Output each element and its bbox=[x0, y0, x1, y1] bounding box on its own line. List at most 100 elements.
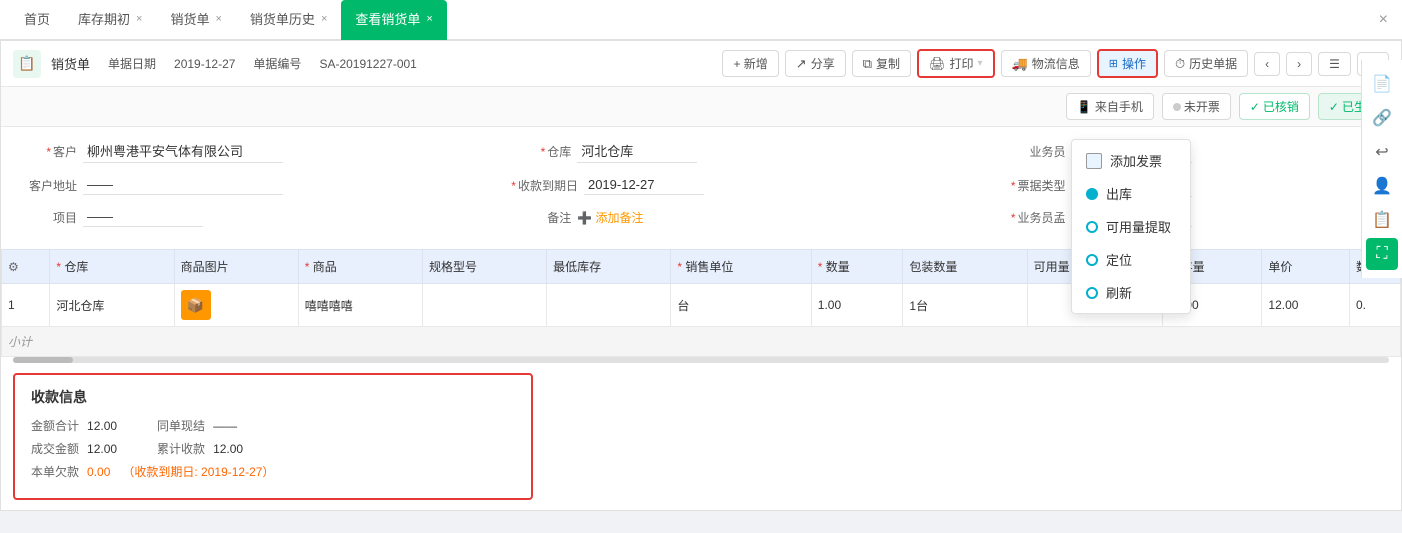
warehouse-value[interactable]: 河北仓库 bbox=[577, 139, 697, 163]
subtotal-row: 小计 bbox=[2, 327, 1401, 357]
payment-date-label: 收款到期日 bbox=[511, 177, 578, 194]
logistics-button[interactable]: 🚚 物流信息 bbox=[1001, 50, 1091, 77]
payment-date-value[interactable]: 2019-12-27 bbox=[584, 175, 704, 195]
row-index: 1 bbox=[2, 284, 50, 327]
tab-home[interactable]: 首页 bbox=[10, 0, 64, 40]
window-close-button[interactable]: × bbox=[1375, 11, 1392, 29]
sidebar-return-icon[interactable]: ↩ bbox=[1366, 136, 1398, 168]
main-content: 📋 销货单 单据日期 2019-12-27 单据编号 SA-20191227-0… bbox=[0, 40, 1402, 511]
customer-value[interactable]: 柳州粤港平安气体有限公司 bbox=[83, 139, 283, 163]
col-quantity: * 数量 bbox=[811, 250, 903, 284]
not-open-dot bbox=[1173, 103, 1181, 111]
tab-sales-close[interactable]: × bbox=[215, 13, 221, 25]
radio-filled-icon bbox=[1086, 188, 1098, 200]
doc-icon: 📋 bbox=[13, 50, 41, 78]
doc-number-value: SA-20191227-001 bbox=[319, 57, 416, 71]
cumulative-label: 累计收款 bbox=[157, 440, 205, 457]
staff2-field: 业务员孟 —— bbox=[1006, 207, 1385, 227]
col-gear[interactable]: ⚙ bbox=[2, 250, 50, 284]
project-label: 项目 bbox=[17, 209, 77, 226]
address-value[interactable]: —— bbox=[83, 175, 283, 195]
tab-inventory-close[interactable]: × bbox=[136, 13, 142, 25]
row-quantity: 1.00 bbox=[811, 284, 903, 327]
col-min-stock: 最低库存 bbox=[547, 250, 671, 284]
payment-row-3: 本单欠款 0.00 （收款到期日: 2019-12-27） bbox=[31, 463, 515, 480]
row-amount: 0. bbox=[1349, 284, 1400, 327]
staff-field: 业务员 演示账号 bbox=[1006, 139, 1385, 163]
dropdown-add-invoice[interactable]: 添加发票 bbox=[1072, 144, 1190, 177]
balance-value: 0.00 bbox=[87, 465, 110, 479]
dropdown-available-qty[interactable]: 可用量提取 bbox=[1072, 210, 1190, 243]
form-area: 客户 柳州粤港平安气体有限公司 仓库 河北仓库 业务员 演示账号 客户地址 ——… bbox=[1, 127, 1401, 249]
tab-history-close[interactable]: × bbox=[321, 13, 327, 25]
share-button[interactable]: ↗ 分享 bbox=[785, 50, 846, 77]
doc-title-area: 📋 销货单 单据日期 2019-12-27 单据编号 SA-20191227-0… bbox=[13, 50, 714, 78]
ticket-type-label: 票据类型 bbox=[1006, 177, 1066, 194]
col-price: 单价 bbox=[1262, 250, 1350, 284]
operation-button[interactable]: ⊞ 操作 bbox=[1097, 49, 1158, 78]
view-list-button[interactable]: ☰ bbox=[1318, 52, 1351, 76]
ticket-type-field: 票据类型 不开票 bbox=[1006, 173, 1385, 197]
print-button[interactable]: 🖨 打印 ▾ bbox=[917, 49, 995, 78]
not-open-button[interactable]: 未开票 bbox=[1162, 93, 1231, 120]
scroll-thumb[interactable] bbox=[13, 357, 73, 363]
tab-sales-history[interactable]: 销货单历史 × bbox=[236, 0, 341, 40]
col-spec: 规格型号 bbox=[422, 250, 546, 284]
project-value[interactable]: —— bbox=[83, 207, 203, 227]
right-sidebar: 📄 🔗 ↩ 👤 📋 ⛶ bbox=[1361, 60, 1402, 278]
col-warehouse: * 仓库 bbox=[50, 250, 174, 284]
horizontal-scrollbar[interactable] bbox=[13, 357, 1389, 363]
add-note-button[interactable]: ➕ 添加备注 bbox=[577, 209, 643, 226]
sidebar-user-icon[interactable]: 👤 bbox=[1366, 170, 1398, 202]
payment-row-2: 成交金额 12.00 累计收款 12.00 bbox=[31, 440, 515, 457]
toolbar-actions: + 新增 ↗ 分享 ⧉ 复制 🖨 打印 ▾ 🚚 物流信息 ⊞ 操作 bbox=[722, 49, 1389, 78]
tab-check-sales-close[interactable]: × bbox=[426, 13, 432, 25]
sidebar-clipboard-icon[interactable]: 📋 bbox=[1366, 204, 1398, 236]
check-verify-button[interactable]: ✓ 已核销 bbox=[1239, 93, 1310, 120]
transaction-item: 成交金额 12.00 bbox=[31, 440, 117, 457]
tab-sales-order[interactable]: 销货单 × bbox=[156, 0, 235, 40]
copy-button[interactable]: ⧉ 复制 bbox=[852, 50, 911, 77]
sidebar-link-icon[interactable]: 🔗 bbox=[1366, 102, 1398, 134]
address-field: 客户地址 —— bbox=[17, 175, 491, 195]
circle-icon-2 bbox=[1086, 254, 1098, 266]
row-min-stock bbox=[547, 284, 671, 327]
total-amount-value: 12.00 bbox=[87, 419, 117, 433]
note-label: 备注 bbox=[511, 209, 571, 226]
staff2-label: 业务员孟 bbox=[1006, 209, 1066, 226]
toolbar: 📋 销货单 单据日期 2019-12-27 单据编号 SA-20191227-0… bbox=[1, 41, 1401, 87]
row-product[interactable]: 嘻嘻嘻嘻 bbox=[298, 284, 422, 327]
dropdown-locate[interactable]: 定位 bbox=[1072, 243, 1190, 276]
cumulative-item: 累计收款 12.00 bbox=[157, 440, 243, 457]
checkbox-icon bbox=[1086, 153, 1102, 169]
dropdown-refresh[interactable]: 刷新 bbox=[1072, 276, 1190, 309]
tab-inventory-open[interactable]: 库存期初 × bbox=[64, 0, 156, 40]
customer-field: 客户 柳州粤港平安气体有限公司 bbox=[17, 139, 491, 163]
prev-button[interactable]: ‹ bbox=[1254, 52, 1280, 76]
same-settlement-item: 同单现结 —— bbox=[157, 417, 237, 434]
balance-item: 本单欠款 0.00 （收款到期日: 2019-12-27） bbox=[31, 463, 274, 480]
payment-date-field: 收款到期日 2019-12-27 bbox=[511, 175, 985, 195]
col-product: * 商品 bbox=[298, 250, 422, 284]
gear-icon[interactable]: ⚙ bbox=[8, 260, 19, 274]
new-button[interactable]: + 新增 bbox=[722, 50, 778, 77]
toolbar2: 📱 来自手机 未开票 ✓ 已核销 ✓ 已生效 bbox=[1, 87, 1401, 127]
dropdown-outbound[interactable]: 出库 bbox=[1072, 177, 1190, 210]
sidebar-doc-icon[interactable]: 📄 bbox=[1366, 68, 1398, 100]
tab-check-sales[interactable]: 查看销货单 × bbox=[341, 0, 446, 40]
row-unit: 台 bbox=[671, 284, 811, 327]
history-button[interactable]: ⏱ 历史单据 bbox=[1164, 50, 1248, 77]
next-button[interactable]: › bbox=[1286, 52, 1312, 76]
doc-date-label: 单据日期 bbox=[108, 55, 156, 72]
tab-bar: 首页 库存期初 × 销货单 × 销货单历史 × 查看销货单 × × bbox=[0, 0, 1402, 40]
dropdown-menu: 添加发票 出库 可用量提取 定位 刷新 bbox=[1071, 139, 1191, 314]
row-image: 📦 bbox=[174, 284, 298, 327]
row-price: 12.00 bbox=[1262, 284, 1350, 327]
address-label: 客户地址 bbox=[17, 177, 77, 194]
sidebar-expand-icon[interactable]: ⛶ bbox=[1366, 238, 1398, 270]
payment-row-1: 金额合计 12.00 同单现结 —— bbox=[31, 417, 515, 434]
same-settlement-label: 同单现结 bbox=[157, 417, 205, 434]
phone-button[interactable]: 📱 来自手机 bbox=[1066, 93, 1154, 120]
total-amount-label: 金额合计 bbox=[31, 417, 79, 434]
doc-date-value: 2019-12-27 bbox=[174, 57, 235, 71]
